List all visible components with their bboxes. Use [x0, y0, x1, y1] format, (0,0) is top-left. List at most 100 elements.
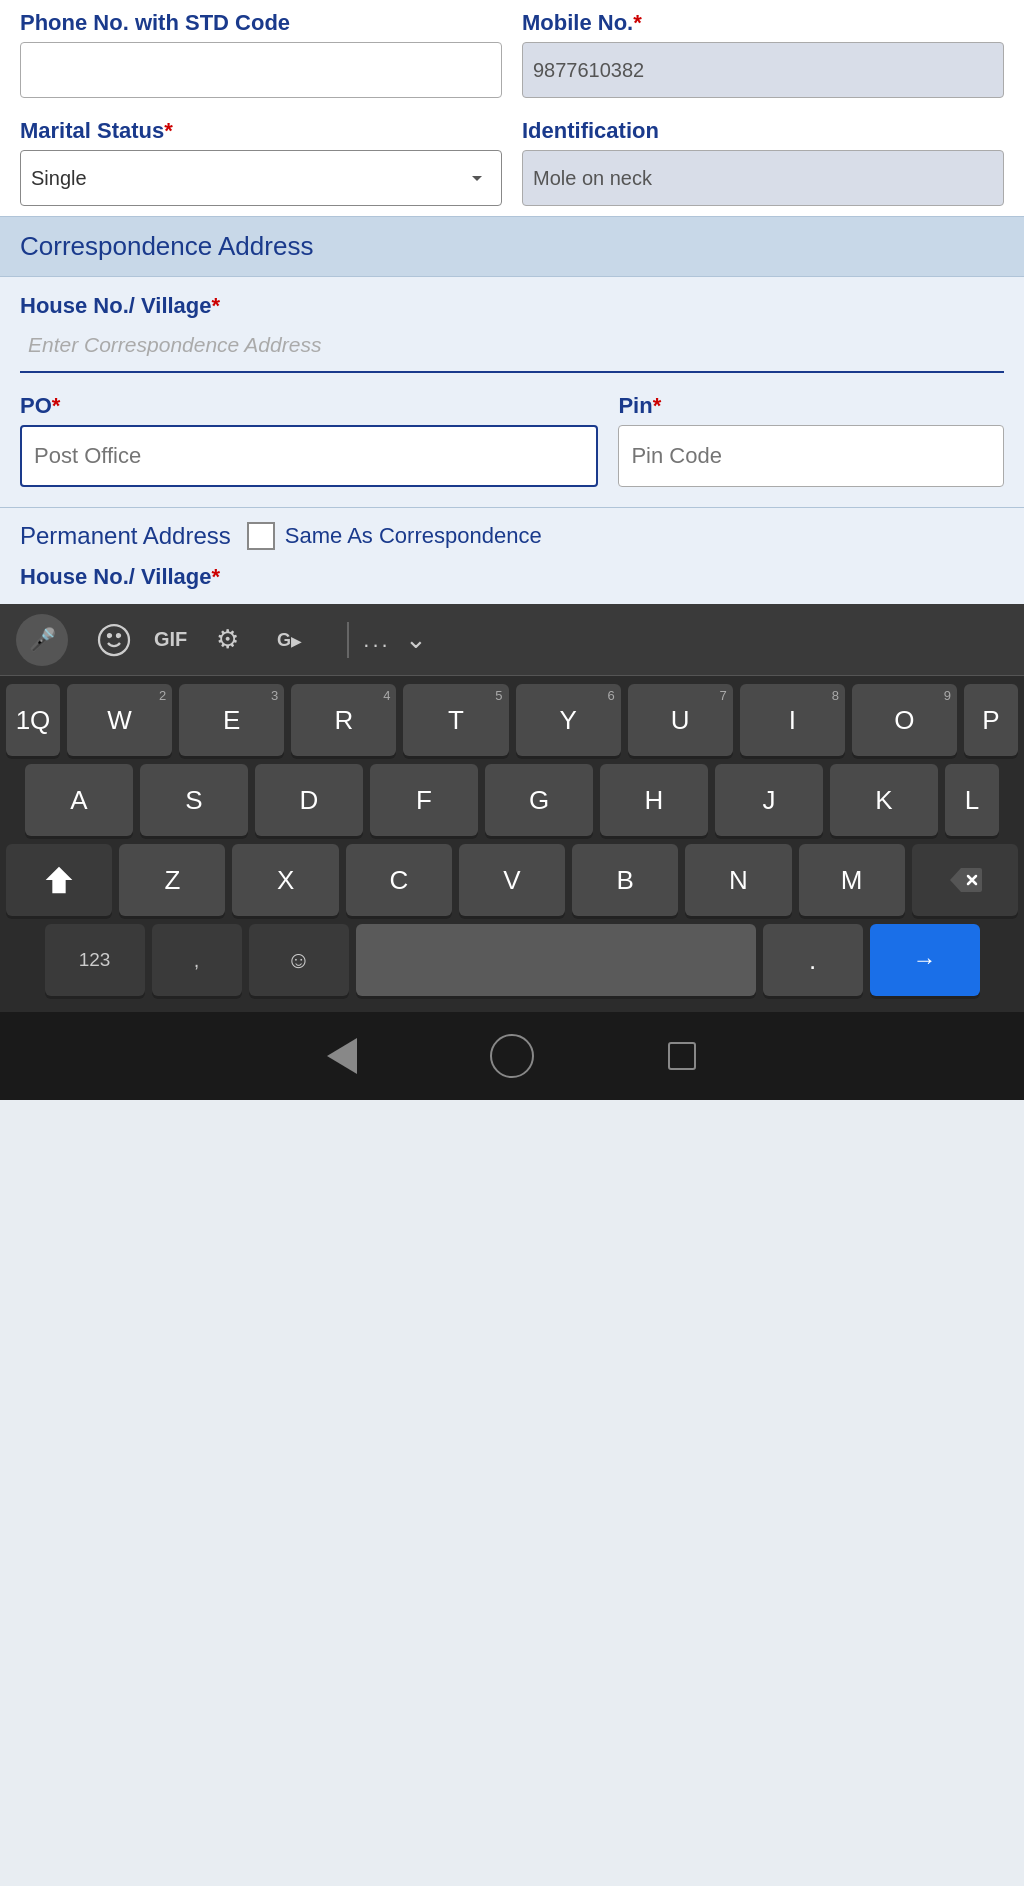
same-as-label: Same As Correspondence	[285, 523, 542, 549]
key-o[interactable]: 9O	[852, 684, 957, 756]
house-village-input[interactable]	[20, 319, 1004, 373]
svg-text:▶: ▶	[291, 633, 302, 649]
svg-text:G: G	[277, 630, 291, 650]
home-button[interactable]	[487, 1031, 537, 1081]
identification-label: Identification	[522, 118, 1004, 144]
num-hint-7: 7	[720, 688, 727, 703]
emoji-toolbar-button[interactable]	[88, 614, 140, 666]
num-switch-key[interactable]: 123	[45, 924, 145, 996]
recents-icon	[668, 1042, 696, 1070]
num-hint-4: 4	[383, 688, 390, 703]
correspondence-inner: House No./ Village*	[0, 277, 1024, 383]
phone-label: Phone No. with STD Code	[20, 10, 502, 36]
comma-key[interactable]: ,	[152, 924, 242, 996]
marital-group: Marital Status* Single Married Divorced …	[20, 118, 502, 206]
permanent-header-row: Permanent Address Same As Correspondence	[20, 522, 1004, 550]
gif-button[interactable]: GIF	[154, 628, 187, 651]
recents-button[interactable]	[657, 1031, 707, 1081]
permanent-house-label: House No./ Village*	[20, 564, 1004, 590]
pin-group: Pin*	[618, 393, 1004, 487]
key-v[interactable]: V	[459, 844, 565, 916]
settings-icon[interactable]: ⚙	[201, 614, 253, 666]
key-t[interactable]: 5T	[403, 684, 508, 756]
mobile-input[interactable]	[522, 42, 1004, 98]
key-m[interactable]: M	[799, 844, 905, 916]
emoji-key[interactable]: ☺	[249, 924, 349, 996]
keyboard-keys: 1Q 2W 3E 4R 5T 6Y 7U 8I	[0, 676, 1024, 1012]
key-row-3: Z X C V B N M	[4, 844, 1020, 916]
pin-label: Pin*	[618, 393, 1004, 419]
key-z[interactable]: Z	[119, 844, 225, 916]
svg-point-1	[108, 634, 111, 637]
marital-required-star: *	[164, 118, 173, 143]
period-key[interactable]: .	[763, 924, 863, 996]
key-q[interactable]: 1Q	[6, 684, 60, 756]
key-row-1: 1Q 2W 3E 4R 5T 6Y 7U 8I	[4, 684, 1020, 756]
key-e[interactable]: 3E	[179, 684, 284, 756]
key-row-4: 123 , ☺ . →	[4, 924, 1020, 996]
num-hint-5: 5	[495, 688, 502, 703]
key-i[interactable]: 8I	[740, 684, 845, 756]
identification-group: Identification	[522, 118, 1004, 206]
mobile-required-star: *	[633, 10, 642, 35]
po-input[interactable]	[20, 425, 598, 487]
permanent-house-required-star: *	[212, 564, 221, 589]
key-y[interactable]: 6Y	[516, 684, 621, 756]
key-r[interactable]: 4R	[291, 684, 396, 756]
key-n[interactable]: N	[685, 844, 791, 916]
correspondence-section: Correspondence Address House No./ Villag…	[0, 216, 1024, 507]
marital-select[interactable]: Single Married Divorced Widowed	[20, 150, 502, 206]
phone-group: Phone No. with STD Code	[20, 10, 502, 98]
key-h[interactable]: H	[600, 764, 708, 836]
key-row-2: A S D F G H J K L	[4, 764, 1020, 836]
back-button[interactable]	[317, 1031, 367, 1081]
num-hint-8: 8	[832, 688, 839, 703]
house-required-star: *	[212, 293, 221, 318]
key-u[interactable]: 7U	[628, 684, 733, 756]
space-key[interactable]	[356, 924, 756, 996]
phone-input[interactable]	[20, 42, 502, 98]
translate-icon[interactable]: G ▶	[267, 614, 319, 666]
key-s[interactable]: S	[140, 764, 248, 836]
keyboard: 🎤 GIF ⚙ G ▶ ... ⌄ 1Q 2W	[0, 604, 1024, 1100]
same-as-checkbox[interactable]	[247, 522, 275, 550]
more-options-button[interactable]: ...	[363, 627, 390, 653]
po-group: PO*	[20, 393, 598, 487]
key-w[interactable]: 2W	[67, 684, 172, 756]
mobile-group: Mobile No.*	[522, 10, 1004, 98]
key-p[interactable]: P	[964, 684, 1018, 756]
key-l[interactable]: L	[945, 764, 999, 836]
key-f[interactable]: F	[370, 764, 478, 836]
svg-point-0	[99, 625, 129, 655]
key-k[interactable]: K	[830, 764, 938, 836]
keyboard-toolbar: 🎤 GIF ⚙ G ▶ ... ⌄	[0, 604, 1024, 676]
po-pin-row: PO* Pin*	[0, 383, 1024, 497]
marital-identification-row: Marital Status* Single Married Divorced …	[0, 108, 1024, 216]
shift-key[interactable]	[6, 844, 112, 916]
num-hint-3: 3	[271, 688, 278, 703]
enter-key[interactable]: →	[870, 924, 980, 996]
key-b[interactable]: B	[572, 844, 678, 916]
identification-input[interactable]	[522, 150, 1004, 206]
key-d[interactable]: D	[255, 764, 363, 836]
house-village-group: House No./ Village*	[20, 287, 1004, 373]
form-section: Phone No. with STD Code Mobile No.* Mari…	[0, 0, 1024, 604]
mic-icon: 🎤	[29, 627, 56, 653]
same-as-row: Same As Correspondence	[247, 522, 542, 550]
pin-required-star: *	[653, 393, 662, 418]
key-x[interactable]: X	[232, 844, 338, 916]
num-hint-2: 2	[159, 688, 166, 703]
correspondence-header: Correspondence Address	[0, 216, 1024, 277]
marital-label: Marital Status*	[20, 118, 502, 144]
pin-input[interactable]	[618, 425, 1004, 487]
home-icon	[490, 1034, 534, 1078]
key-j[interactable]: J	[715, 764, 823, 836]
toolbar-collapse-button[interactable]: ⌄	[405, 624, 427, 655]
svg-point-2	[117, 634, 120, 637]
key-g[interactable]: G	[485, 764, 593, 836]
po-required-star: *	[52, 393, 61, 418]
key-c[interactable]: C	[346, 844, 452, 916]
backspace-key[interactable]	[912, 844, 1018, 916]
key-a[interactable]: A	[25, 764, 133, 836]
mic-button[interactable]: 🎤	[16, 614, 68, 666]
